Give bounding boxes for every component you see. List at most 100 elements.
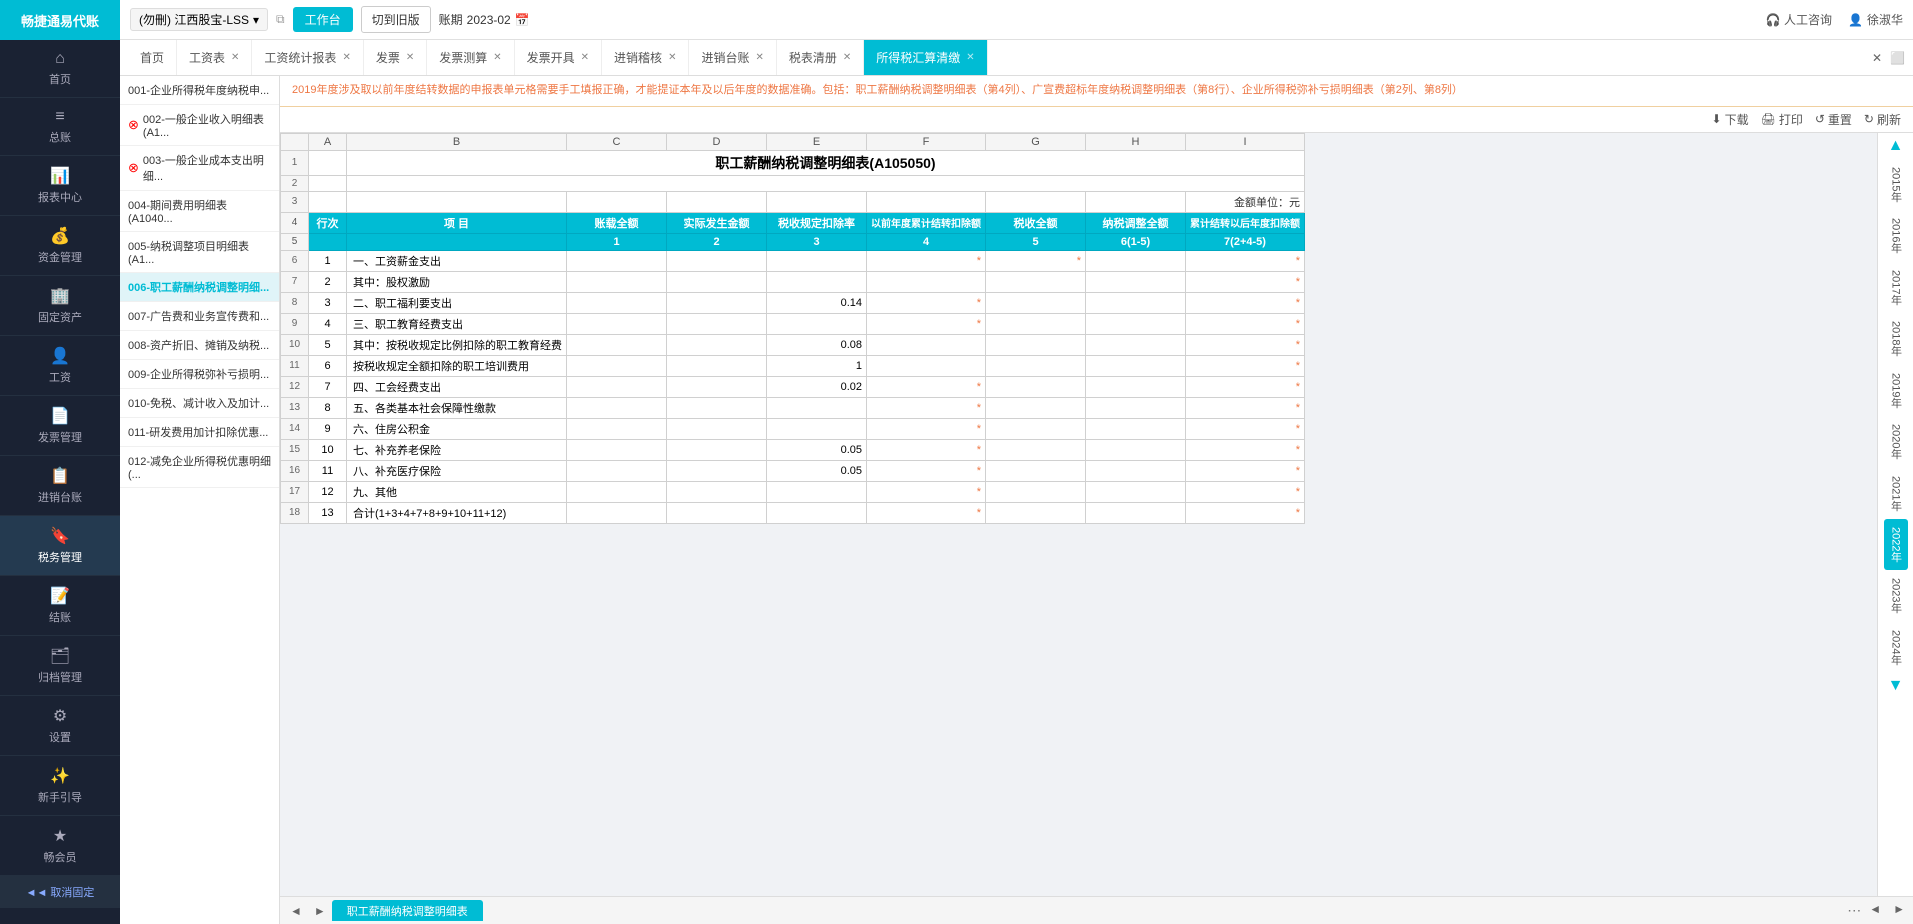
cell-G[interactable] xyxy=(986,313,1086,334)
cell-F[interactable] xyxy=(867,271,986,292)
cell-I[interactable]: * xyxy=(1186,418,1305,439)
cell-G[interactable] xyxy=(986,439,1086,460)
unpin-button[interactable]: ◄◄ 取消固定 xyxy=(0,876,120,908)
cell-I[interactable]: * xyxy=(1186,481,1305,502)
tab-invoice-issue[interactable]: 发票开具 ✕ xyxy=(515,40,602,76)
tab-close-icon[interactable]: ✕ xyxy=(231,52,239,63)
cell-C[interactable] xyxy=(567,418,667,439)
cell-C[interactable] xyxy=(567,292,667,313)
cell-F[interactable]: * xyxy=(867,250,986,271)
year-2020[interactable]: 2020年 xyxy=(1884,416,1908,467)
cell-A1[interactable] xyxy=(309,150,347,175)
cell-G[interactable] xyxy=(986,397,1086,418)
tab-payroll[interactable]: 工资表 ✕ xyxy=(177,40,252,76)
cell-I[interactable]: * xyxy=(1186,355,1305,376)
cell-D[interactable] xyxy=(667,481,767,502)
cell-G[interactable] xyxy=(986,292,1086,313)
cell-F[interactable] xyxy=(867,334,986,355)
spreadsheet-wrapper[interactable]: A B C D E F G H I xyxy=(280,133,1877,896)
cell-G[interactable] xyxy=(986,271,1086,292)
cell-E[interactable]: 0.05 xyxy=(767,460,867,481)
download-button[interactable]: ⬇ 下载 xyxy=(1712,111,1749,128)
tab-tax-list[interactable]: 税表清册 ✕ xyxy=(777,40,864,76)
cell-F[interactable]: * xyxy=(867,439,986,460)
cell-D[interactable] xyxy=(667,502,767,523)
refresh-button[interactable]: ↻ 刷新 xyxy=(1864,111,1901,128)
cell-F[interactable]: * xyxy=(867,313,986,334)
cell-E[interactable] xyxy=(767,271,867,292)
cell-H3[interactable] xyxy=(1086,191,1186,212)
year-2021[interactable]: 2021年 xyxy=(1884,468,1908,519)
report-item-001[interactable]: 001-企业所得税年度纳税申... xyxy=(120,76,279,105)
cell-A3[interactable] xyxy=(309,191,347,212)
tab-prev-icon[interactable]: ✕ xyxy=(1872,51,1882,65)
cell-I[interactable]: * xyxy=(1186,250,1305,271)
cell-C[interactable] xyxy=(567,313,667,334)
report-item-010[interactable]: 010-免税、减计收入及加计... xyxy=(120,389,279,418)
cell-F[interactable]: * xyxy=(867,292,986,313)
sheet-nav-next[interactable]: ► xyxy=(308,904,332,918)
cell-F[interactable]: * xyxy=(867,418,986,439)
cell-C[interactable] xyxy=(567,502,667,523)
cell-I[interactable]: * xyxy=(1186,439,1305,460)
sidebar-item-member[interactable]: ★ 畅会员 xyxy=(0,816,120,876)
cell-E[interactable] xyxy=(767,418,867,439)
copy-icon[interactable]: ⧉ xyxy=(276,12,285,27)
sidebar-item-reports[interactable]: 📊 报表中心 xyxy=(0,156,120,216)
tab-close-icon[interactable]: ✕ xyxy=(581,52,589,63)
workspace-button[interactable]: 工作台 xyxy=(293,7,353,32)
report-item-003[interactable]: ⊗ 003-一般企业成本支出明细... xyxy=(120,146,279,191)
tab-payroll-report[interactable]: 工资统计报表 ✕ xyxy=(252,40,363,76)
scroll-right-icon[interactable]: ◄ xyxy=(1865,902,1885,919)
cell-G[interactable] xyxy=(986,460,1086,481)
calendar-icon[interactable]: 📅 xyxy=(515,13,530,27)
tab-close-icon[interactable]: ✕ xyxy=(668,52,676,63)
cell-H[interactable] xyxy=(1086,355,1186,376)
cell-H[interactable] xyxy=(1086,334,1186,355)
cell-C3[interactable] xyxy=(567,191,667,212)
cell-H[interactable] xyxy=(1086,250,1186,271)
year-2017[interactable]: 2017年 xyxy=(1884,262,1908,313)
cell-H[interactable] xyxy=(1086,397,1186,418)
cell-I[interactable]: * xyxy=(1186,292,1305,313)
tab-purchase-check[interactable]: 进销稽核 ✕ xyxy=(602,40,689,76)
customer-service[interactable]: 🎧 人工咨询 xyxy=(1766,11,1832,28)
sidebar-item-guide[interactable]: ✨ 新手引导 xyxy=(0,756,120,816)
sidebar-item-assets[interactable]: 🏢 固定资产 xyxy=(0,276,120,336)
cell-D[interactable] xyxy=(667,292,767,313)
cell-F[interactable]: * xyxy=(867,481,986,502)
cell-G[interactable] xyxy=(986,355,1086,376)
cell-G[interactable] xyxy=(986,481,1086,502)
user-menu[interactable]: 👤 徐淑华 xyxy=(1848,11,1903,28)
cell-I[interactable]: * xyxy=(1186,376,1305,397)
cell-H[interactable] xyxy=(1086,439,1186,460)
cell-G[interactable]: * xyxy=(986,250,1086,271)
tab-close-icon[interactable]: ✕ xyxy=(406,52,414,63)
sidebar-item-invoice[interactable]: 📄 发票管理 xyxy=(0,396,120,456)
cell-E[interactable]: 0.08 xyxy=(767,334,867,355)
cell-C[interactable] xyxy=(567,397,667,418)
tab-close-icon[interactable]: ✕ xyxy=(843,52,851,63)
cell-D[interactable] xyxy=(667,271,767,292)
year-2015[interactable]: 2015年 xyxy=(1884,159,1908,210)
sidebar-item-archive[interactable]: 🗂 归档管理 xyxy=(0,636,120,696)
sheet-more-btn[interactable]: ⋯ xyxy=(1847,902,1861,919)
cell-E[interactable] xyxy=(767,250,867,271)
cell-I[interactable]: * xyxy=(1186,397,1305,418)
cell-E3[interactable] xyxy=(767,191,867,212)
year-2019[interactable]: 2019年 xyxy=(1884,365,1908,416)
cell-D[interactable] xyxy=(667,460,767,481)
company-selector[interactable]: (勿刪) 江西股宝-LSS ▾ xyxy=(130,8,268,31)
sheet-nav-prev[interactable]: ◄ xyxy=(284,904,308,918)
cell-F[interactable] xyxy=(867,355,986,376)
print-button[interactable]: 🖨 打印 xyxy=(1761,111,1803,128)
cell-D[interactable] xyxy=(667,355,767,376)
year-2016[interactable]: 2016年 xyxy=(1884,210,1908,261)
tab-income-tax[interactable]: 所得税汇算清缴 ✕ xyxy=(864,40,987,76)
cell-C[interactable] xyxy=(567,250,667,271)
sidebar-item-purchase[interactable]: 📋 进销台账 xyxy=(0,456,120,516)
cell-H[interactable] xyxy=(1086,460,1186,481)
year-2022[interactable]: 2022年 xyxy=(1884,519,1908,570)
cell-I[interactable]: * xyxy=(1186,313,1305,334)
cell-D[interactable] xyxy=(667,313,767,334)
